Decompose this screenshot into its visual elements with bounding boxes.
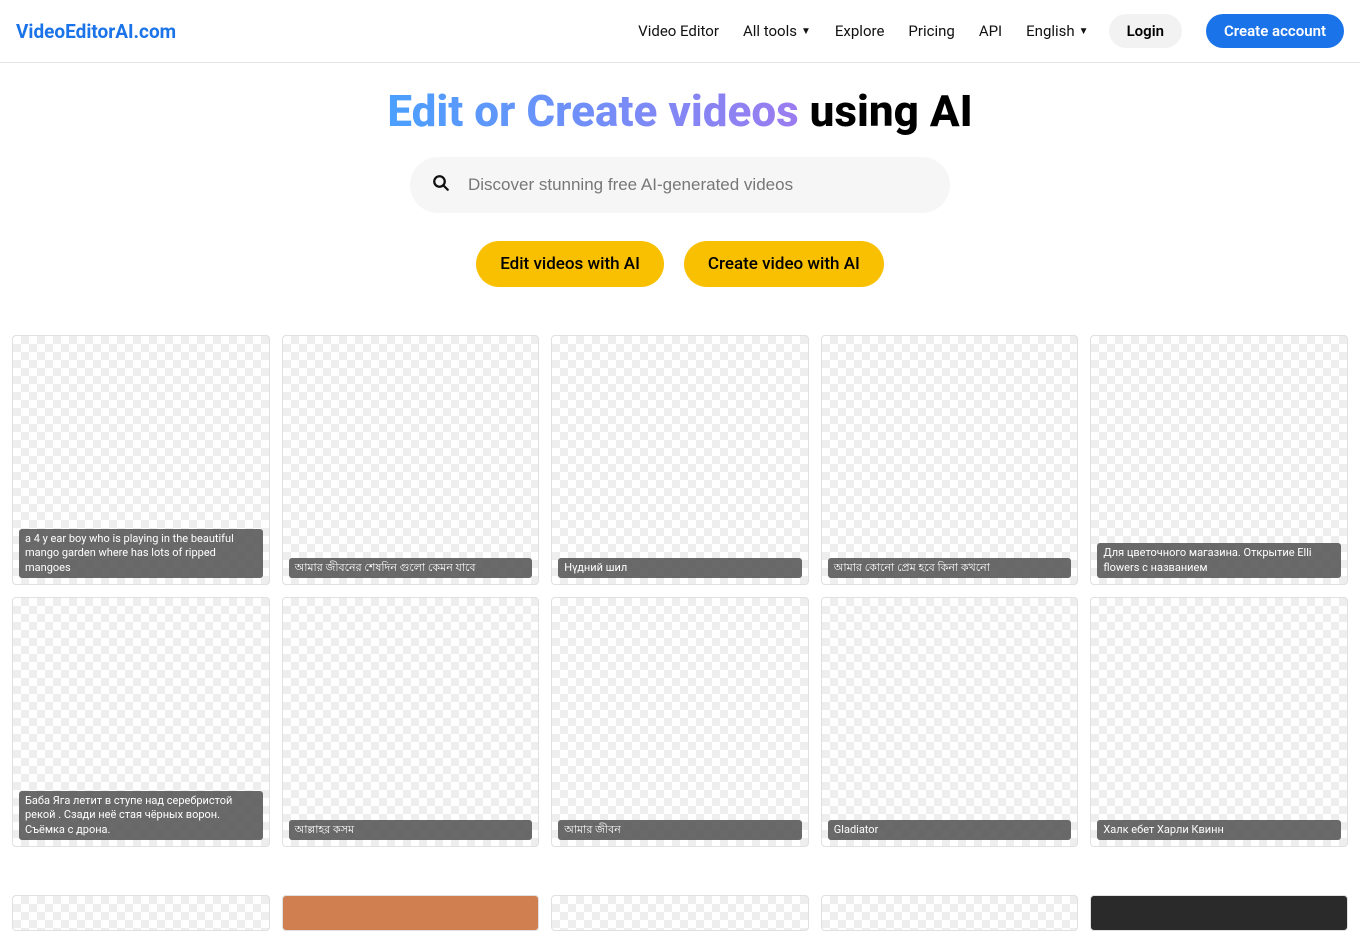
video-card[interactable]: Нүдний шил [551,335,809,585]
chevron-down-icon: ▼ [1079,26,1089,37]
video-caption: Халк ебет Харли Квинн [1097,820,1341,840]
video-caption: আল্লাহর কসম [289,820,533,840]
title-gradient: Edit or Create videos [387,85,798,137]
video-caption: Gladiator [828,820,1072,840]
cta-row: Edit videos with AI Create video with AI [0,241,1360,287]
page-title: Edit or Create videos using AI [387,85,972,137]
chevron-down-icon: ▼ [801,26,811,37]
video-card[interactable]: আমার জীবন [551,597,809,847]
video-caption: Для цветочного магазина. Открытие Elli f… [1097,543,1341,578]
video-card[interactable]: আল্লাহর কসম [282,597,540,847]
nav-language[interactable]: English ▼ [1026,22,1088,40]
logo[interactable]: VideoEditorAI.com [16,20,176,43]
nav-api[interactable]: API [979,22,1002,40]
video-card[interactable]: Баба Яга летит в ступе над серебристой р… [12,597,270,847]
nav-pricing[interactable]: Pricing [908,22,954,40]
video-caption: আমার জীবন [558,820,802,840]
video-card[interactable]: Gladiator [821,597,1079,847]
video-card[interactable]: a 4 y ear boy who is playing in the beau… [12,335,270,585]
video-grid: a 4 y ear boy who is playing in the beau… [0,287,1360,847]
nav-explore[interactable]: Explore [835,22,885,40]
video-card[interactable] [12,895,270,931]
video-caption: আমার জীবনের শেষদিন গুলো কেমন যাবে [289,558,533,578]
search-bar[interactable] [410,157,950,213]
edit-videos-button[interactable]: Edit videos with AI [476,241,664,287]
hero: Edit or Create videos using AI Edit vide… [0,63,1360,287]
video-caption: Баба Яга летит в ступе над серебристой р… [19,791,263,840]
video-caption: a 4 y ear boy who is playing in the beau… [19,529,263,578]
video-card[interactable]: আমার কোনো প্রেম হবে কিনা কখনো [821,335,1079,585]
nav-language-label: English [1026,22,1075,40]
login-button[interactable]: Login [1109,14,1182,48]
video-card[interactable] [821,895,1079,931]
video-card[interactable] [1090,895,1348,931]
nav-all-tools-label: All tools [743,22,797,40]
create-video-button[interactable]: Create video with AI [684,241,884,287]
title-rest: using AI [799,85,973,137]
video-card[interactable]: আমার জীবনের শেষদিন গুলো কেমন যাবে [282,335,540,585]
nav-video-editor[interactable]: Video Editor [638,22,719,40]
video-card[interactable]: Халк ебет Харли Квинн [1090,597,1348,847]
video-card[interactable] [551,895,809,931]
video-grid-row-3 [0,847,1360,931]
create-account-button[interactable]: Create account [1206,14,1344,48]
video-caption: Нүдний шил [558,558,802,578]
search-input[interactable] [468,175,928,195]
video-card[interactable]: Для цветочного магазина. Открытие Elli f… [1090,335,1348,585]
video-card[interactable] [282,895,540,931]
search-icon [432,174,450,197]
nav-all-tools[interactable]: All tools ▼ [743,22,811,40]
main-nav: Video Editor All tools ▼ Explore Pricing… [638,14,1344,48]
video-caption: আমার কোনো প্রেম হবে কিনা কখনো [828,558,1072,578]
